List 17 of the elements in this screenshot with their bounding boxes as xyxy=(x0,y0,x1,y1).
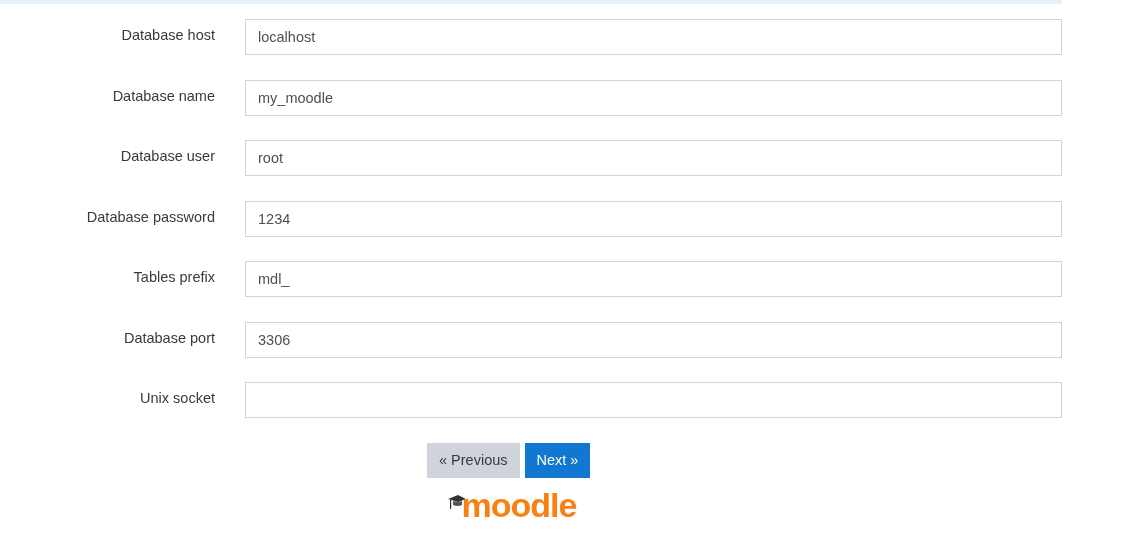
text-field[interactable]: 1234 xyxy=(245,200,1062,237)
next-button[interactable]: Next » xyxy=(524,442,591,478)
field-label: Tables prefix xyxy=(133,268,215,287)
text-field[interactable]: mdl_ xyxy=(245,261,1062,297)
field-label: Database password xyxy=(86,207,215,227)
text-field[interactable]: 3306 xyxy=(245,321,1062,358)
logo-text: moodle xyxy=(461,489,577,520)
text-field[interactable]: my_moodle xyxy=(245,79,1062,116)
field-label: Database user xyxy=(120,147,215,166)
text-field[interactable] xyxy=(245,382,1062,418)
field-label: Database name xyxy=(112,86,215,106)
text-field[interactable]: root xyxy=(245,140,1062,176)
text-field[interactable]: localhost xyxy=(245,19,1062,55)
field-label: Unix socket xyxy=(140,389,215,408)
field-label: Database port xyxy=(123,328,215,348)
previous-button[interactable]: « Previous xyxy=(427,442,520,478)
field-label: Database host xyxy=(121,26,215,45)
